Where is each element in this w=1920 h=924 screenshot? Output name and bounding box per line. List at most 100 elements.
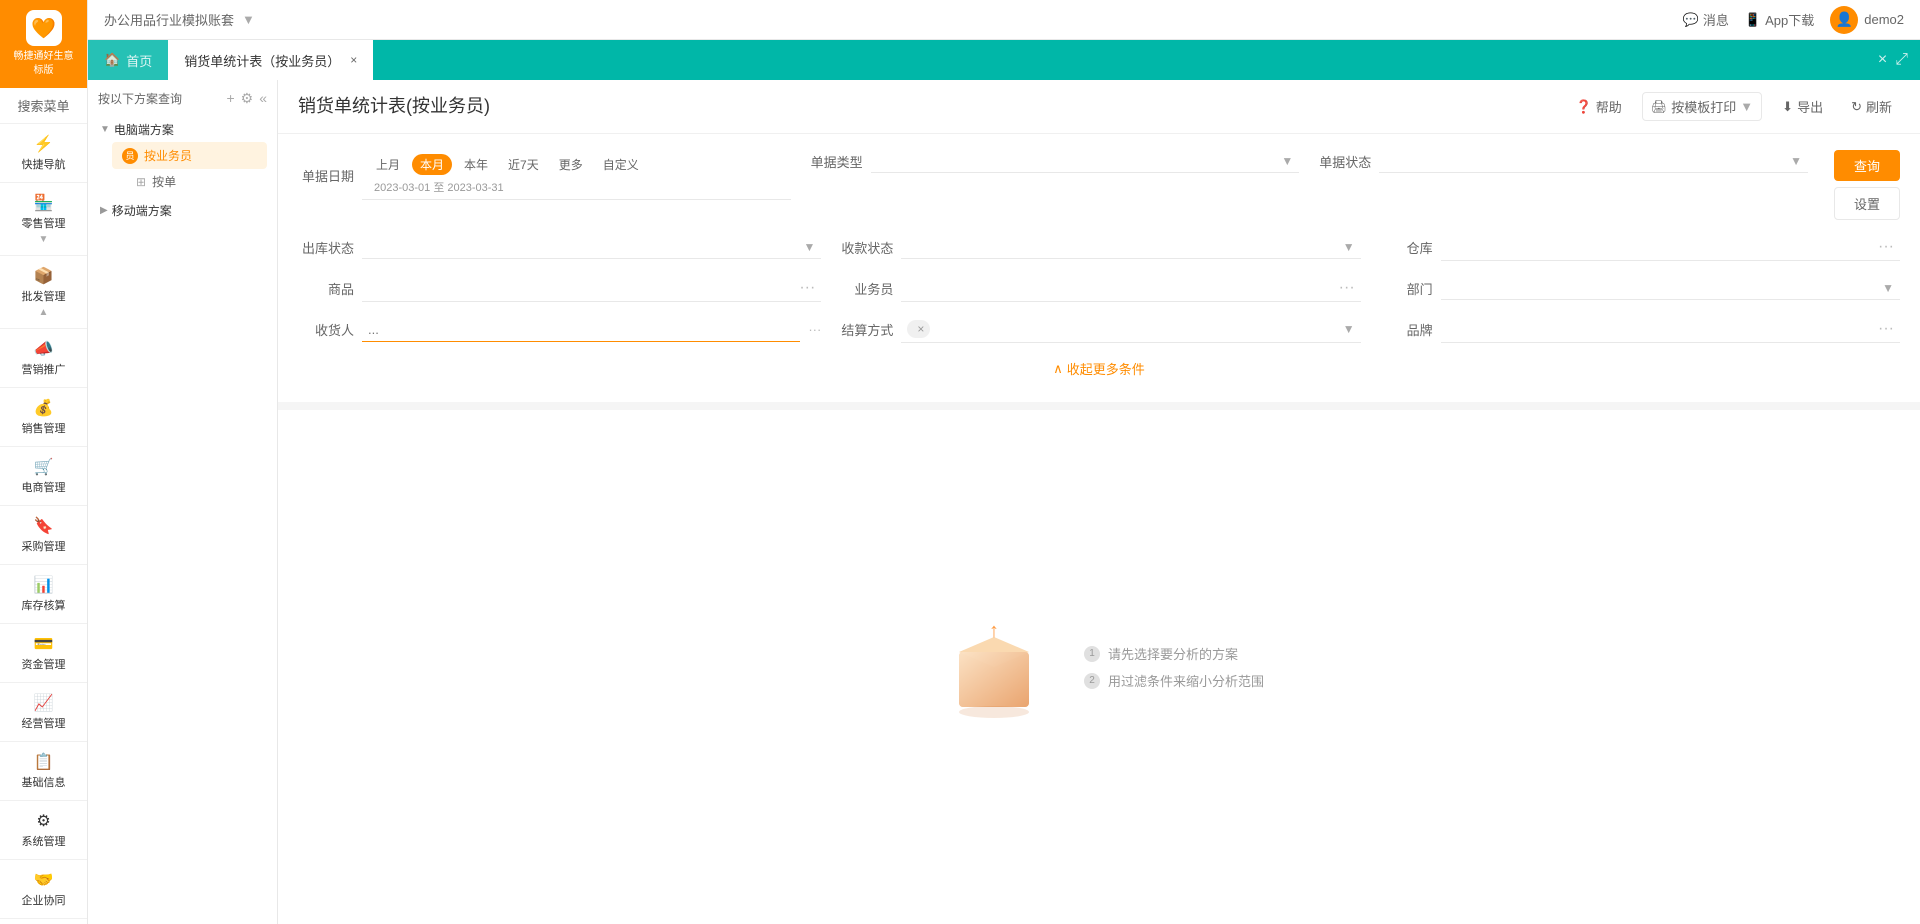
export-btn[interactable]: ⬇ 导出 — [1774, 93, 1831, 120]
sidebar-item-wholesale[interactable]: 📦 批发管理 ▲ — [0, 256, 87, 329]
user-menu-btn[interactable]: 👤 demo2 — [1830, 6, 1904, 34]
sidebar-item-retail[interactable]: 🏪 零售管理 ▼ — [0, 183, 87, 256]
app-download-btn[interactable]: 📱 App下载 — [1745, 10, 1814, 29]
settlement-select[interactable]: × ▼ — [901, 316, 1360, 343]
scheme-settings-btn[interactable]: ⚙ — [241, 90, 254, 107]
product-label: 商品 — [298, 279, 354, 298]
sidebar-search[interactable]: 搜索菜单 — [0, 88, 87, 124]
tab-home-label: 首页 — [126, 51, 152, 70]
sub-scheme-icon: ⊞ — [136, 175, 146, 189]
tab-maximize-btn[interactable]: ⤢ — [1895, 51, 1908, 69]
filter-row-3: 商品 ··· 业务员 ··· 部门 — [298, 275, 1900, 302]
filter-date: 单据日期 上月 本月 本年 近7天 更多 自定义 2023-03-01 至 20… — [298, 150, 791, 200]
product-select[interactable]: ··· — [362, 275, 821, 302]
user-name: demo2 — [1864, 12, 1904, 27]
tab-close-all-btn[interactable]: × — [1878, 51, 1887, 69]
help-icon: ❓ — [1576, 99, 1592, 115]
hint-num-2: 2 — [1084, 673, 1100, 689]
hint-num-1: 1 — [1084, 646, 1100, 662]
scheme-group-mobile-title[interactable]: ▶ 移动端方案 — [98, 198, 267, 223]
sidebar-item-enterprise[interactable]: 🤝 企业协同 — [0, 860, 87, 919]
chevron-down-icon: ▼ — [1343, 240, 1355, 254]
consignee-input[interactable] — [362, 318, 800, 342]
avatar: 👤 — [1830, 6, 1858, 34]
empty-hint-2: 2 用过滤条件来缩小分析范围 — [1084, 671, 1264, 690]
more-options-icon: ··· — [799, 279, 815, 297]
tab-close-btn[interactable]: × — [350, 53, 357, 67]
sidebar-item-ecommerce[interactable]: 🛒 电商管理 — [0, 447, 87, 506]
scheme-group-desktop-title[interactable]: ▼ 电脑端方案 — [98, 117, 267, 142]
refresh-icon: ↻ — [1851, 99, 1862, 115]
scheme-item-salesperson[interactable]: 员 按业务员 — [112, 142, 267, 169]
product-dropdown-icon[interactable]: ▼ — [242, 12, 255, 27]
content-area: 按以下方案查询 + ⚙ « ▼ 电脑端方案 员 按业务员 ⊞ — [88, 80, 1920, 924]
sidebar-item-inventory[interactable]: 📊 库存核算 — [0, 565, 87, 624]
page-header: 销货单统计表(按业务员) ❓ 帮助 🖨 按模板打印 ▼ ⬇ 导出 — [278, 80, 1920, 134]
scheme-item-label: 按业务员 — [144, 147, 192, 164]
consignee-more-icon[interactable]: ··· — [808, 322, 821, 337]
brand-select[interactable]: ··· — [1441, 316, 1900, 343]
more-options-icon: ··· — [1878, 320, 1894, 338]
empty-illustration: ↑ — [934, 607, 1054, 727]
date-opt-custom[interactable]: 自定义 — [595, 154, 647, 175]
filter-consignee: 收货人 ··· — [298, 318, 821, 342]
date-opt-this-month[interactable]: 本月 — [412, 154, 452, 175]
warehouse-label: 仓库 — [1377, 238, 1433, 257]
date-label: 单据日期 — [298, 166, 354, 185]
refresh-btn[interactable]: ↻ 刷新 — [1843, 93, 1900, 120]
department-select[interactable]: ▼ — [1441, 277, 1900, 300]
add-scheme-btn[interactable]: + — [226, 90, 234, 107]
scheme-icon: 员 — [122, 148, 138, 164]
doc-type-select[interactable]: ▼ — [871, 150, 1300, 173]
top-bar-right: 💬 消息 📱 App下载 👤 demo2 — [1683, 6, 1904, 34]
filter-product: 商品 ··· — [298, 275, 821, 302]
scheme-group-desktop: ▼ 电脑端方案 员 按业务员 ⊞ 按单 — [98, 117, 267, 194]
sidebar-item-sales[interactable]: 💰 销售管理 — [0, 388, 87, 447]
sidebar-item-system[interactable]: ⚙ 系统管理 — [0, 801, 87, 860]
message-btn[interactable]: 💬 消息 — [1683, 10, 1729, 29]
filter-row-2: 出库状态 ▼ 收款状态 ▼ 仓库 — [298, 234, 1900, 261]
help-btn[interactable]: ❓ 帮助 — [1568, 93, 1630, 120]
date-opt-this-year[interactable]: 本年 — [456, 154, 496, 175]
date-opt-more[interactable]: 更多 — [551, 154, 591, 175]
top-bar: 办公用品行业模拟账套 ▼ 💬 消息 📱 App下载 👤 demo2 — [88, 0, 1920, 40]
logo-icon: 🧡 — [26, 10, 62, 46]
query-button[interactable]: 查询 — [1834, 150, 1900, 181]
scheme-item-order[interactable]: ⊞ 按单 — [126, 169, 267, 194]
salesperson-label: 业务员 — [837, 279, 893, 298]
filter-doc-status: 单据状态 ▼ — [1315, 150, 1808, 173]
filter-out-status: 出库状态 ▼ — [298, 236, 821, 259]
date-opt-7days[interactable]: 近7天 — [500, 154, 547, 175]
out-status-select[interactable]: ▼ — [362, 236, 821, 259]
sidebar-item-finance[interactable]: 💳 资金管理 — [0, 624, 87, 683]
warehouse-select[interactable]: ··· — [1441, 234, 1900, 261]
collapse-panel-btn[interactable]: « — [259, 90, 267, 107]
sidebar-item-basic[interactable]: 📋 基础信息 — [0, 742, 87, 801]
message-icon: 💬 — [1683, 12, 1699, 28]
sub-scheme-label: 按单 — [152, 173, 176, 190]
collapse-filters-btn[interactable]: ∧ 收起更多条件 — [298, 351, 1900, 386]
svg-text:↑: ↑ — [989, 620, 999, 642]
settlement-tag-close[interactable]: × — [917, 322, 924, 336]
page-title: 销货单统计表(按业务员) — [298, 92, 490, 130]
chevron-down-icon: ▼ — [1281, 154, 1293, 168]
tab-sales-stat[interactable]: 销货单统计表（按业务员） × — [168, 40, 373, 80]
settings-button[interactable]: 设置 — [1834, 187, 1900, 220]
filter-payment-status: 收款状态 ▼ — [837, 236, 1360, 259]
tab-home[interactable]: 🏠 首页 — [88, 40, 168, 80]
sidebar-item-purchase[interactable]: 🔖 采购管理 — [0, 506, 87, 565]
filter-area: 单据日期 上月 本月 本年 近7天 更多 自定义 2023-03-01 至 20… — [278, 134, 1920, 402]
sidebar-item-operations[interactable]: 📈 经营管理 — [0, 683, 87, 742]
salesperson-select[interactable]: ··· — [901, 275, 1360, 302]
tab-bar-actions: × ⤢ — [1878, 51, 1920, 69]
sidebar-item-quicknav[interactable]: ⚡ 快捷导航 — [0, 124, 87, 183]
group-arrow-icon: ▼ — [100, 124, 110, 135]
sidebar-item-newbie[interactable]: 🎯 新手引导 — [0, 919, 87, 924]
date-opt-prev-month[interactable]: 上月 — [368, 154, 408, 175]
payment-status-select[interactable]: ▼ — [901, 236, 1360, 259]
print-icon: 🖨 — [1651, 99, 1668, 115]
sidebar-item-marketing[interactable]: 📣 营销推广 — [0, 329, 87, 388]
export-icon: ⬇ — [1782, 99, 1793, 115]
doc-status-select[interactable]: ▼ — [1379, 150, 1808, 173]
print-btn[interactable]: 🖨 按模板打印 ▼ — [1642, 92, 1762, 121]
